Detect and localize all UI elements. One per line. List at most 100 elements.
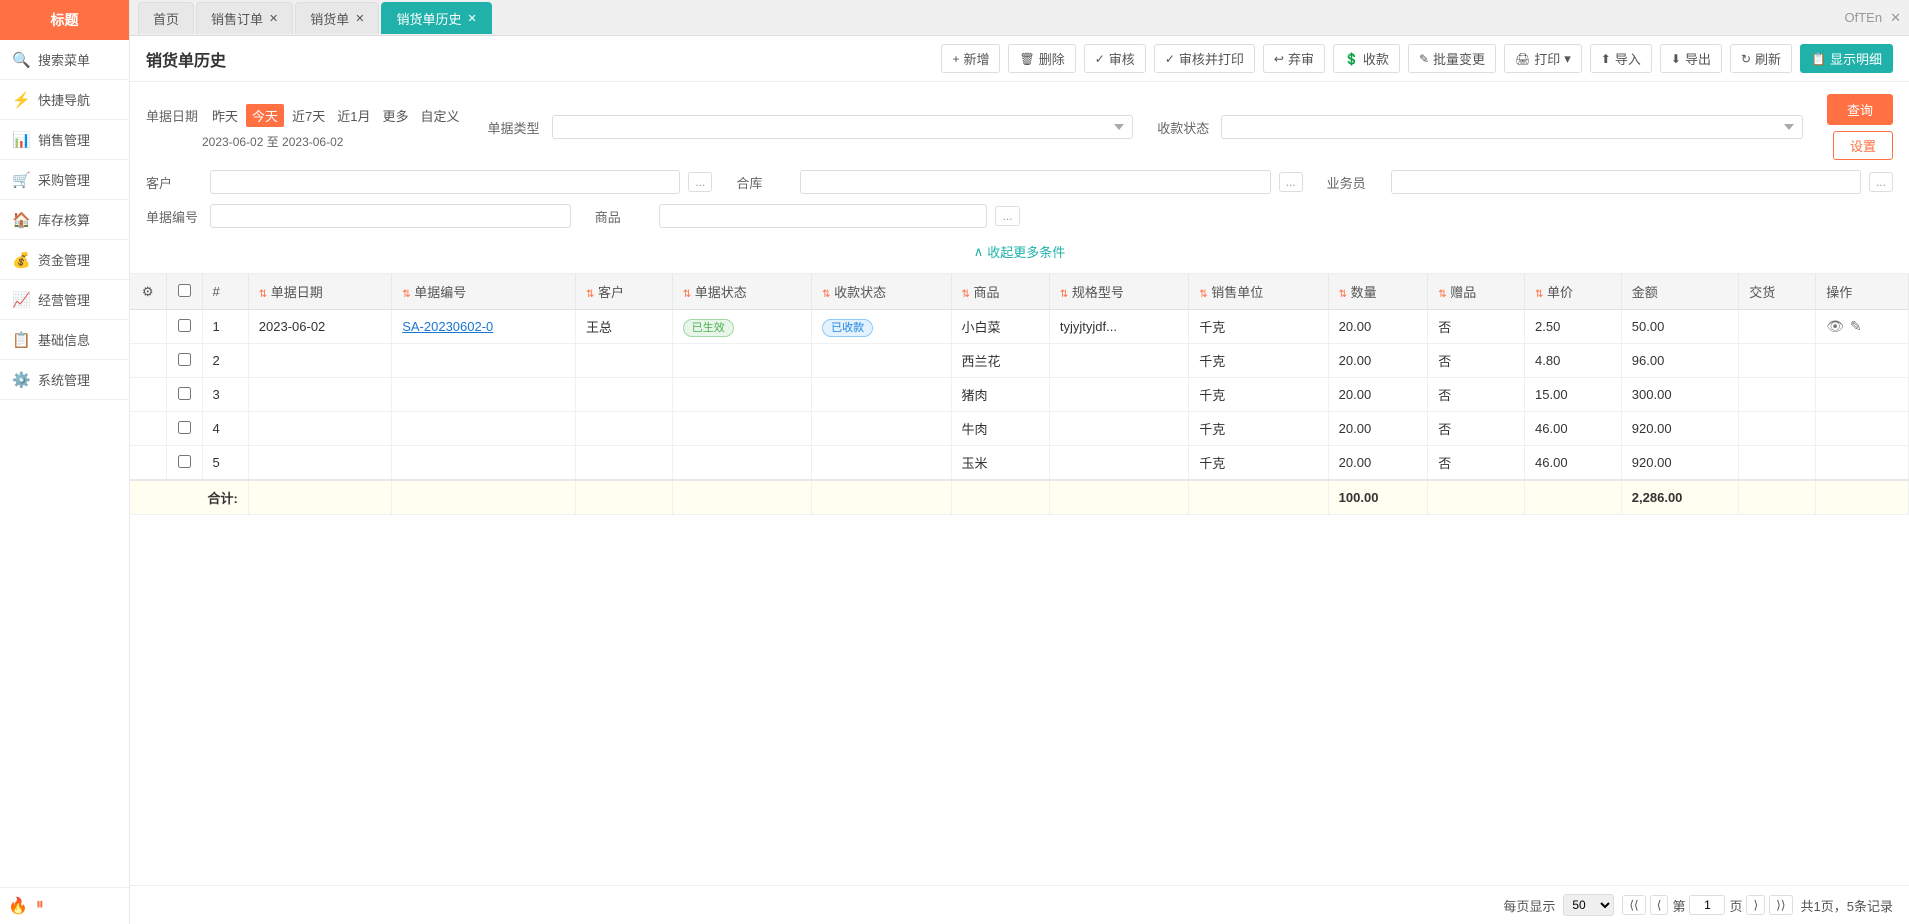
tab-sales-order[interactable]: 销售订单 ✕ [196, 2, 293, 34]
filter-row-3: 单据编号 商品 ... [146, 204, 1893, 228]
table-container[interactable]: ⚙ # ⇅ 单据日期 ⇅ 单据编号 ⇅ 客户 ⇅ 单据状态 ⇅ 收款状态 ⇅ 商… [130, 274, 1909, 885]
th-qty[interactable]: ⇅ 数量 [1328, 274, 1428, 310]
view-icon[interactable]: 👁 [1826, 318, 1844, 335]
th-unit[interactable]: ⇅ 销售单位 [1189, 274, 1328, 310]
sidebar-item-search-menu[interactable]: 🔍 搜索菜单 [0, 40, 129, 80]
collapse-button[interactable]: ∧ 收起更多条件 [146, 238, 1893, 261]
cell-check[interactable] [166, 378, 202, 412]
cell-check[interactable] [166, 446, 202, 481]
settings-button[interactable]: 设置 [1833, 131, 1893, 160]
sidebar-item-quick-nav[interactable]: ⚡ 快捷导航 [0, 80, 129, 120]
tab-home[interactable]: 首页 [138, 2, 194, 34]
cell-doc-no[interactable] [392, 412, 576, 446]
cell-customer [575, 378, 672, 412]
th-doc-date[interactable]: ⇅ 单据日期 [248, 274, 391, 310]
pause-icon[interactable]: ⏸ [36, 896, 44, 916]
tab-sales-delivery-close[interactable]: ✕ [355, 12, 364, 25]
fire-icon[interactable]: 🔥 [8, 896, 28, 916]
current-page-input[interactable] [1689, 895, 1725, 915]
tab-sales-history-close[interactable]: ✕ [468, 12, 477, 25]
row-checkbox[interactable] [178, 455, 191, 468]
print-icon: 🖨 [1515, 52, 1530, 66]
th-goods[interactable]: ⇅ 商品 [951, 274, 1049, 310]
goods-input[interactable] [659, 204, 988, 228]
last-page-button[interactable]: ⟩⟩ [1769, 895, 1792, 915]
docno-input[interactable] [210, 204, 571, 228]
prev-page-button[interactable]: ⟨ [1650, 895, 1669, 915]
print-button[interactable]: 🖨 打印 ▾ [1504, 44, 1582, 73]
customer-input[interactable] [210, 170, 680, 194]
show-detail-button[interactable]: 📋 显示明细 [1800, 44, 1893, 73]
th-gear[interactable]: ⚙ [130, 274, 166, 310]
cell-doc-no[interactable] [392, 446, 576, 481]
quick-nav-icon: ⚡ [12, 91, 30, 109]
cell-doc-no[interactable] [392, 378, 576, 412]
tab-sales-delivery[interactable]: 销货单 ✕ [295, 2, 379, 34]
th-gift[interactable]: ⇅ 赠品 [1428, 274, 1525, 310]
receive-button[interactable]: 💲 收款 [1333, 44, 1400, 73]
close-all-icon[interactable]: ✕ [1890, 10, 1901, 26]
cell-unit-price: 46.00 [1525, 446, 1622, 481]
approve-button[interactable]: ✓ 审核 [1084, 44, 1146, 73]
summary-empty-6 [951, 480, 1049, 515]
row-checkbox[interactable] [178, 387, 191, 400]
tab-sales-history[interactable]: 销货单历史 ✕ [381, 2, 491, 34]
row-checkbox[interactable] [178, 319, 191, 332]
salesperson-input[interactable] [1391, 170, 1861, 194]
th-unit-price[interactable]: ⇅ 单价 [1525, 274, 1622, 310]
salesperson-ellipsis[interactable]: ... [1869, 172, 1893, 192]
shortcut-7days[interactable]: 近7天 [288, 104, 329, 127]
delete-button[interactable]: 🗑 删除 [1008, 44, 1075, 73]
warehouse-ellipsis[interactable]: ... [1279, 172, 1303, 192]
page-size-select[interactable]: 50 20 100 [1563, 894, 1614, 916]
th-spec[interactable]: ⇅ 规格型号 [1049, 274, 1188, 310]
edit-icon[interactable]: ✎ [1850, 318, 1862, 335]
delete-label: 删除 [1039, 49, 1065, 68]
export-button[interactable]: ⬇ 导出 [1660, 44, 1722, 73]
shortcut-custom[interactable]: 自定义 [417, 104, 464, 127]
cell-transaction [1739, 412, 1816, 446]
select-all-checkbox[interactable] [178, 284, 191, 297]
goods-ellipsis[interactable]: ... [995, 206, 1019, 226]
add-button[interactable]: + 新增 [941, 44, 1000, 73]
next-page-button[interactable]: ⟩ [1746, 895, 1765, 915]
warehouse-input[interactable] [800, 170, 1270, 194]
cell-check[interactable] [166, 412, 202, 446]
doc-type-select[interactable] [552, 115, 1134, 139]
first-page-button[interactable]: ⟨⟨ [1622, 895, 1645, 915]
search-menu-icon: 🔍 [12, 51, 30, 69]
refresh-button[interactable]: ↻ 刷新 [1730, 44, 1792, 73]
th-doc-no[interactable]: ⇅ 单据编号 [392, 274, 576, 310]
shortcut-more[interactable]: 更多 [379, 104, 413, 127]
sidebar-item-sales-mgmt[interactable]: 📊 销售管理 [0, 120, 129, 160]
abandon-button[interactable]: ↩ 弃审 [1263, 44, 1325, 73]
sidebar-item-operations[interactable]: 📈 经营管理 [0, 280, 129, 320]
th-doc-status[interactable]: ⇅ 单据状态 [672, 274, 811, 310]
shortcut-1month[interactable]: 近1月 [333, 104, 374, 127]
payment-status-select[interactable] [1221, 115, 1803, 139]
row-checkbox[interactable] [178, 353, 191, 366]
tab-sales-order-close[interactable]: ✕ [269, 12, 278, 25]
sidebar-item-purchase-mgmt[interactable]: 🛒 采购管理 [0, 160, 129, 200]
cell-doc-no[interactable] [392, 344, 576, 378]
cell-check[interactable] [166, 344, 202, 378]
customer-ellipsis[interactable]: ... [688, 172, 712, 192]
sidebar-item-inventory[interactable]: 🏠 库存核算 [0, 200, 129, 240]
cell-doc-status [672, 378, 811, 412]
row-checkbox[interactable] [178, 421, 191, 434]
th-check[interactable] [166, 274, 202, 310]
batch-change-button[interactable]: ✎ 批量变更 [1408, 44, 1496, 73]
cell-doc-no[interactable]: SA-20230602-0 [392, 310, 576, 344]
cell-check[interactable] [166, 310, 202, 344]
sidebar-item-finance[interactable]: 💰 资金管理 [0, 240, 129, 280]
sidebar-item-basic-info[interactable]: 📋 基础信息 [0, 320, 129, 360]
th-payment-status[interactable]: ⇅ 收款状态 [812, 274, 951, 310]
import-button[interactable]: ⬆ 导入 [1590, 44, 1652, 73]
query-button[interactable]: 查询 [1827, 94, 1893, 125]
print-label: 打印 [1534, 49, 1560, 68]
sidebar-item-sys-mgmt[interactable]: ⚙️ 系统管理 [0, 360, 129, 400]
shortcut-today[interactable]: 今天 [246, 104, 284, 127]
th-customer[interactable]: ⇅ 客户 [575, 274, 672, 310]
approve-print-button[interactable]: ✓ 审核并打印 [1154, 44, 1255, 73]
shortcut-yesterday[interactable]: 昨天 [208, 104, 242, 127]
